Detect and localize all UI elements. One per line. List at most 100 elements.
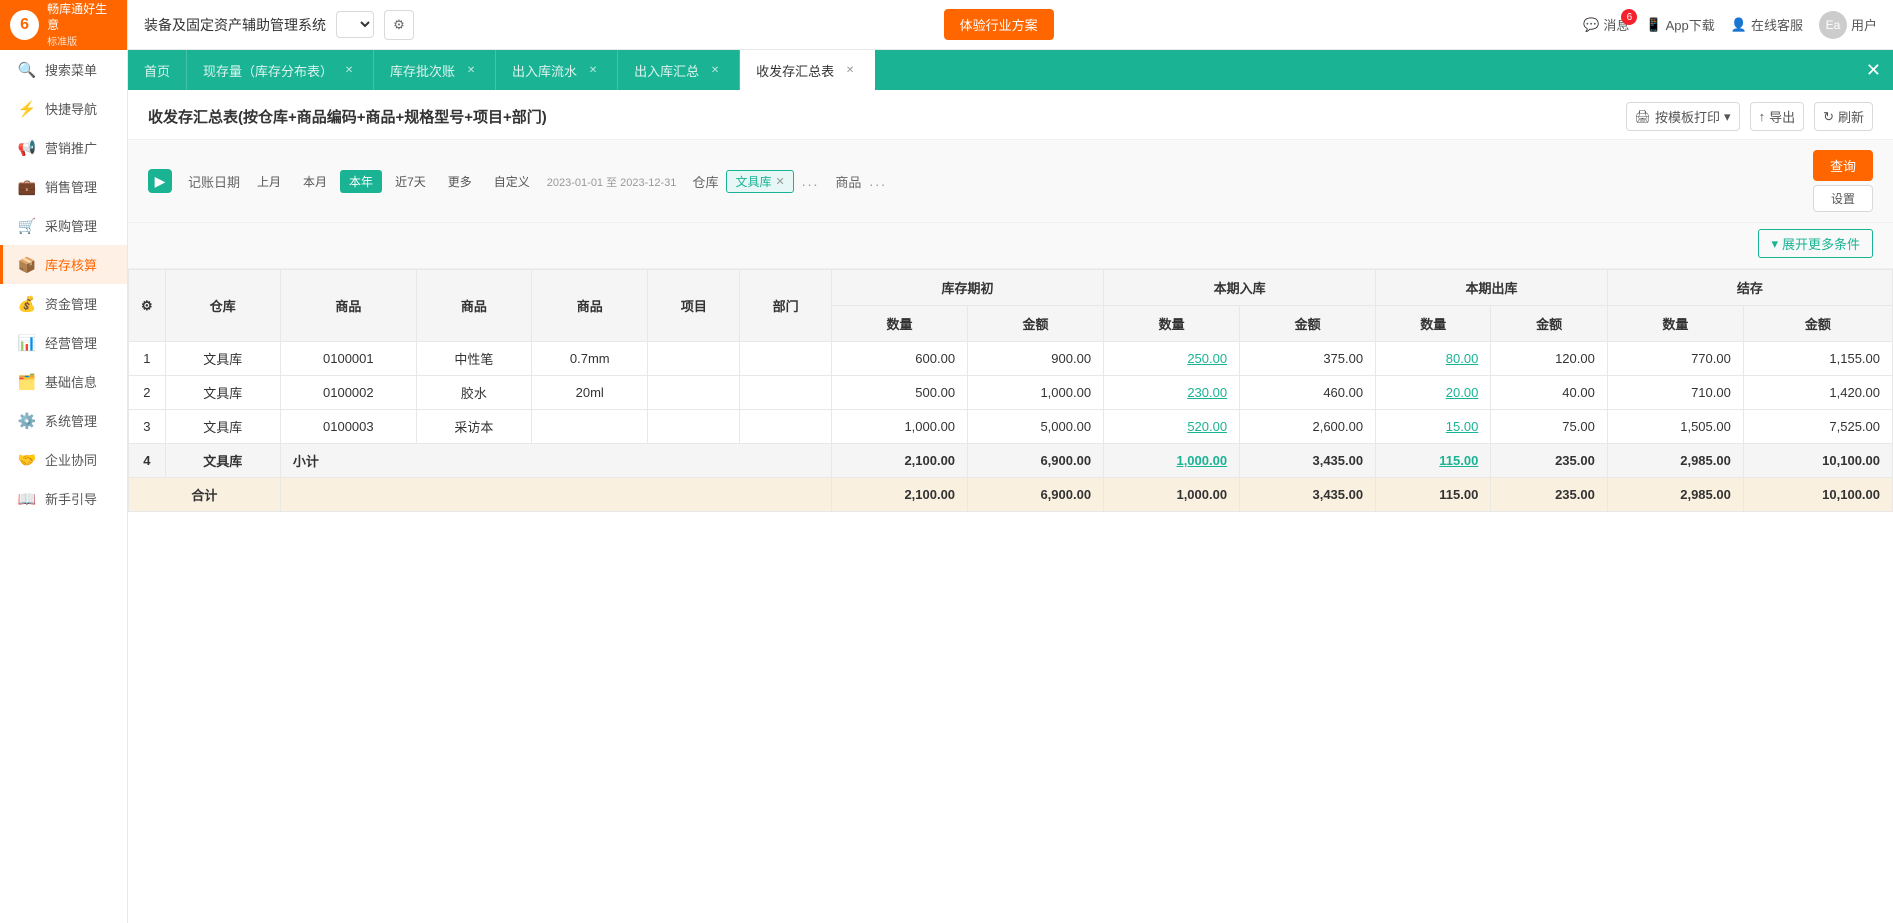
date-filter-label: 记账日期 [188, 172, 240, 191]
tab-0[interactable]: 首页 [128, 50, 187, 90]
filter-collapse-btn[interactable]: ▶ [148, 169, 172, 193]
date-range-label: 2023-01-01 至 2023-12-31 [547, 174, 677, 190]
nav-icon: 🗂️ [17, 373, 37, 391]
expand-icon: ▾ [1771, 236, 1778, 252]
sidebar-item-搜索菜单[interactable]: 🔍搜索菜单 [0, 50, 127, 89]
goods-more-btn[interactable]: ... [869, 173, 887, 189]
app-download-btn[interactable]: 📱 App下载 [1645, 15, 1714, 34]
total-bal-amt: 10,100.00 [1743, 478, 1892, 512]
sidebar-item-资金管理[interactable]: 💰资金管理 [0, 284, 127, 323]
table-settings-icon[interactable]: ⚙ [141, 298, 153, 313]
nav-icon: 📦 [17, 256, 37, 274]
main-content: 装备及固定资产辅助管理系统 ⚙ 体验行业方案 💬 消息 6 📱 App下载 👤 … [128, 0, 1893, 923]
page-title: 收发存汇总表(按仓库+商品编码+商品+规格型号+项目+部门) [148, 106, 547, 127]
sidebar-item-系统管理[interactable]: ⚙️系统管理 [0, 401, 127, 440]
settings-icon[interactable]: ⚙ [384, 10, 414, 40]
tabbar-close-all[interactable]: ✕ [1854, 60, 1893, 81]
col-open-amt: 金额 [968, 306, 1104, 342]
sidebar-item-销售管理[interactable]: 💼销售管理 [0, 167, 127, 206]
col-out-header: 本期出库 [1376, 270, 1608, 306]
row-project [648, 342, 740, 376]
online-service-btn[interactable]: 👤 在线客服 [1731, 15, 1803, 34]
date-option-近7天[interactable]: 近7天 [386, 170, 435, 193]
subtotal-row: 4 文具库 小计 2,100.00 6,900.00 1,000.00 3,43… [129, 444, 1893, 478]
export-button[interactable]: ↑ 导出 [1750, 102, 1805, 131]
col-settings[interactable]: ⚙ [129, 270, 166, 342]
tab-2[interactable]: 库存批次账✕ [374, 50, 496, 90]
expand-label: 展开更多条件 [1782, 234, 1860, 253]
subtotal-open-qty: 2,100.00 [832, 444, 968, 478]
warehouse-tag-text: 文具库 [735, 173, 771, 190]
sidebar-item-基础信息[interactable]: 🗂️基础信息 [0, 362, 127, 401]
nav-icon: 🤝 [17, 451, 37, 469]
row-in-qty[interactable]: 520.00 [1104, 410, 1240, 444]
tab-1[interactable]: 现存量（库存分布表）✕ [187, 50, 374, 90]
tab-label: 出入库汇总 [634, 61, 699, 80]
subtotal-warehouse: 文具库 [165, 444, 280, 478]
col-out-qty: 数量 [1376, 306, 1491, 342]
date-option-更多[interactable]: 更多 [439, 170, 481, 193]
row-spec: 0.7mm [532, 342, 648, 376]
tab-close-icon[interactable]: ✕ [341, 62, 357, 78]
sidebar-item-营销推广[interactable]: 📢营销推广 [0, 128, 127, 167]
tab-close-icon[interactable]: ✕ [585, 62, 601, 78]
query-button[interactable]: 查询 [1813, 150, 1873, 181]
page-content: 收发存汇总表(按仓库+商品编码+商品+规格型号+项目+部门) 🖨 按模板打印 ▾… [128, 90, 1893, 923]
topbar-right: 💬 消息 6 📱 App下载 👤 在线客服 Ea 用户 [1583, 11, 1877, 39]
refresh-button[interactable]: ↻ 刷新 [1814, 102, 1873, 131]
row-bal-qty: 770.00 [1607, 342, 1743, 376]
row-out-qty[interactable]: 15.00 [1376, 410, 1491, 444]
chevron-down-icon: ▾ [1724, 109, 1731, 125]
date-option-自定义[interactable]: 自定义 [485, 170, 539, 193]
print-button[interactable]: 🖨 按模板打印 ▾ [1626, 102, 1740, 131]
nav-label: 库存核算 [45, 255, 97, 274]
row-out-qty[interactable]: 80.00 [1376, 342, 1491, 376]
sidebar-item-库存核算[interactable]: 📦 库存核算 [0, 245, 127, 284]
system-select[interactable] [336, 11, 374, 38]
message-btn[interactable]: 💬 消息 6 [1583, 15, 1629, 34]
date-option-本月[interactable]: 本月 [294, 170, 336, 193]
tab-close-icon[interactable]: ✕ [707, 62, 723, 78]
row-in-qty[interactable]: 230.00 [1104, 376, 1240, 410]
tab-close-icon[interactable]: ✕ [463, 62, 479, 78]
sidebar-item-企业协同[interactable]: 🤝企业协同 [0, 440, 127, 479]
user-menu[interactable]: Ea 用户 [1819, 11, 1877, 39]
page-actions: 🖨 按模板打印 ▾ ↑ 导出 ↻ 刷新 [1626, 102, 1874, 131]
row-out-amt: 40.00 [1491, 376, 1608, 410]
warehouse-tag: 文具库 ✕ [726, 170, 793, 193]
tab-4[interactable]: 出入库汇总 ✕ [618, 50, 740, 90]
row-in-qty[interactable]: 250.00 [1104, 342, 1240, 376]
row-warehouse: 文具库 [165, 410, 280, 444]
nav-icon: 📖 [17, 490, 37, 508]
tab-3[interactable]: 出入库流水✕ [496, 50, 618, 90]
warehouse-more-btn[interactable]: ... [802, 173, 820, 189]
total-spacer [280, 478, 831, 512]
sidebar-item-经营管理[interactable]: 📊经营管理 [0, 323, 127, 362]
table-row: 2 文具库 0100002 胶水 20ml 500.00 1,000.00 23… [129, 376, 1893, 410]
subtotal-in-qty: 1,000.00 [1104, 444, 1240, 478]
table-container: ⚙ 仓库 商品 商品 商品 项目 部门 库存期初 本期入库 本期出库 结存 [128, 269, 1893, 532]
expand-more-btn[interactable]: ▾ 展开更多条件 [1758, 229, 1873, 258]
row-warehouse: 文具库 [165, 376, 280, 410]
tab-5[interactable]: 收发存汇总表✕ [740, 50, 875, 90]
row-bal-qty: 1,505.00 [1607, 410, 1743, 444]
trial-button[interactable]: 体验行业方案 [944, 9, 1054, 40]
col-code-header: 商品 [280, 270, 416, 342]
sidebar-item-采购管理[interactable]: 🛒采购管理 [0, 206, 127, 245]
table-setting-button[interactable]: 设置 [1813, 185, 1873, 212]
sidebar-item-快捷导航[interactable]: ⚡快捷导航 [0, 89, 127, 128]
date-filter-group: 记账日期 上月本月本年近7天更多自定义 2023-01-01 至 2023-12… [188, 170, 676, 193]
row-dept [740, 410, 832, 444]
row-out-qty[interactable]: 20.00 [1376, 376, 1491, 410]
date-option-本年[interactable]: 本年 [340, 170, 382, 193]
date-option-上月[interactable]: 上月 [248, 170, 290, 193]
nav-icon: 📊 [17, 334, 37, 352]
col-name-header: 商品 [416, 270, 531, 342]
filter-container: ▶ 记账日期 上月本月本年近7天更多自定义 2023-01-01 至 2023-… [128, 140, 1893, 269]
warehouse-tag-close[interactable]: ✕ [775, 175, 784, 188]
sidebar-item-新手引导[interactable]: 📖新手引导 [0, 479, 127, 518]
row-in-amt: 375.00 [1240, 342, 1376, 376]
app-download-label: App下载 [1666, 15, 1715, 34]
tab-close-icon[interactable]: ✕ [842, 62, 858, 78]
row-open-qty: 1,000.00 [832, 410, 968, 444]
